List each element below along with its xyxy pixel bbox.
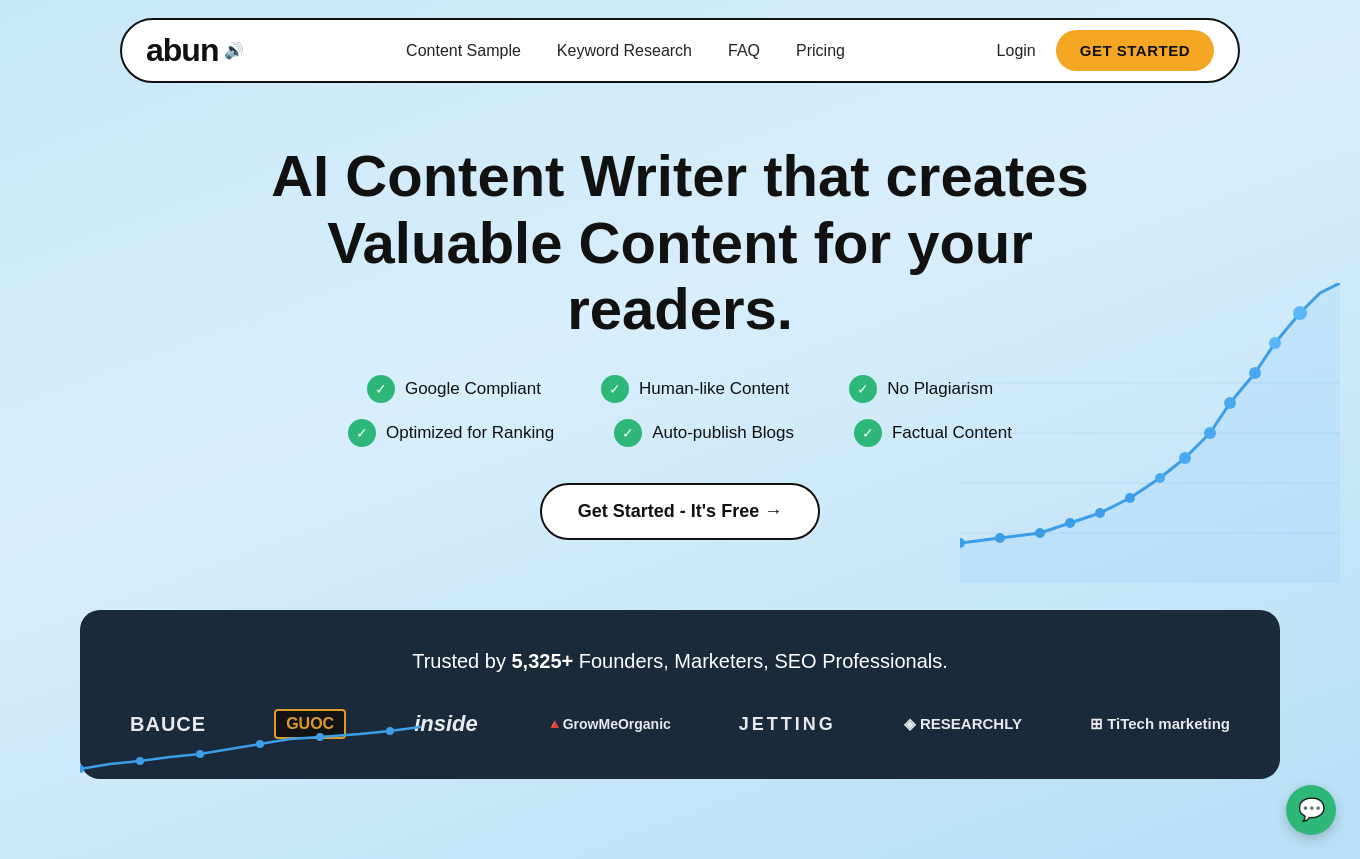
- feature-item-6: ✓ Factual Content: [854, 419, 1012, 447]
- trusted-number: 5,325+: [511, 650, 573, 672]
- brand-titech: ⊞ TiTech marketing: [1090, 715, 1230, 733]
- navbar: abun 🔊 Content Sample Keyword Research F…: [120, 18, 1240, 83]
- svg-point-8: [1095, 508, 1105, 518]
- svg-point-9: [1125, 493, 1135, 503]
- trusted-text: Trusted by 5,325+ Founders, Marketers, S…: [130, 650, 1230, 673]
- svg-point-5: [995, 533, 1005, 543]
- nav-content-sample[interactable]: Content Sample: [406, 42, 521, 60]
- svg-point-16: [1293, 306, 1307, 320]
- login-link[interactable]: Login: [997, 42, 1036, 60]
- logo-area: abun 🔊: [146, 32, 244, 69]
- feature-label-2: Human-like Content: [639, 379, 789, 399]
- nav-right: Login GET STARTED: [997, 30, 1214, 71]
- brand-jetting: JETTING: [739, 714, 836, 735]
- nav-keyword-research[interactable]: Keyword Research: [557, 42, 692, 60]
- feature-item-4: ✓ Optimized for Ranking: [348, 419, 554, 447]
- svg-point-15: [1269, 337, 1281, 349]
- svg-point-11: [1179, 452, 1191, 464]
- svg-point-12: [1204, 427, 1216, 439]
- feature-label-3: No Plagiarism: [887, 379, 993, 399]
- svg-point-19: [136, 757, 144, 765]
- svg-point-20: [196, 750, 204, 758]
- svg-point-21: [256, 740, 264, 748]
- trusted-suffix: Founders, Marketers, SEO Professionals.: [579, 650, 948, 672]
- check-icon-1: ✓: [367, 375, 395, 403]
- svg-point-14: [1249, 367, 1261, 379]
- brand-growmeorganic: 🔺GrowMeOrganic: [546, 716, 671, 732]
- nav-faq[interactable]: FAQ: [728, 42, 760, 60]
- svg-point-7: [1065, 518, 1075, 528]
- trusted-prefix: Trusted by: [412, 650, 511, 672]
- feature-label-5: Auto-publish Blogs: [652, 423, 794, 443]
- svg-point-10: [1155, 473, 1165, 483]
- chat-icon: 💬: [1298, 797, 1325, 823]
- trusted-section: Trusted by 5,325+ Founders, Marketers, S…: [80, 610, 1280, 779]
- logos-row: BAUCE GUOC inside 🔺GrowMeOrganic JETTING…: [130, 709, 1230, 739]
- check-icon-6: ✓: [854, 419, 882, 447]
- check-icon-3: ✓: [849, 375, 877, 403]
- features-grid: ✓ Google Compliant ✓ Human-like Content …: [280, 375, 1080, 447]
- feature-label-1: Google Compliant: [405, 379, 541, 399]
- feature-item-5: ✓ Auto-publish Blogs: [614, 419, 794, 447]
- feature-label-4: Optimized for Ranking: [386, 423, 554, 443]
- brand-guoc: GUOC: [274, 709, 346, 739]
- nav-wrapper: abun 🔊 Content Sample Keyword Research F…: [0, 0, 1360, 83]
- feature-item-3: ✓ No Plagiarism: [849, 375, 993, 403]
- brand-inside: inside: [414, 711, 478, 737]
- check-icon-4: ✓: [348, 419, 376, 447]
- hero-section: AI Content Writer that creates Valuable …: [0, 83, 1360, 570]
- check-icon-2: ✓: [601, 375, 629, 403]
- feature-item: ✓ Google Compliant: [367, 375, 541, 403]
- hero-cta-button[interactable]: Get Started - It's Free →: [540, 483, 820, 540]
- hero-title: AI Content Writer that creates Valuable …: [230, 143, 1130, 343]
- svg-point-6: [1035, 528, 1045, 538]
- feature-item-2: ✓ Human-like Content: [601, 375, 789, 403]
- brand-bauce: BAUCE: [130, 713, 206, 736]
- nav-pricing[interactable]: Pricing: [796, 42, 845, 60]
- brand-researchly: ◈ RESEARCHLY: [904, 715, 1022, 733]
- svg-point-13: [1224, 397, 1236, 409]
- sound-icon: 🔊: [224, 41, 244, 60]
- chat-bubble[interactable]: 💬: [1286, 785, 1336, 835]
- logo-text: abun: [146, 32, 218, 69]
- svg-point-18: [80, 765, 84, 773]
- nav-links: Content Sample Keyword Research FAQ Pric…: [290, 42, 960, 60]
- get-started-button[interactable]: GET STARTED: [1056, 30, 1214, 71]
- feature-label-6: Factual Content: [892, 423, 1012, 443]
- check-icon-5: ✓: [614, 419, 642, 447]
- svg-point-4: [960, 538, 965, 548]
